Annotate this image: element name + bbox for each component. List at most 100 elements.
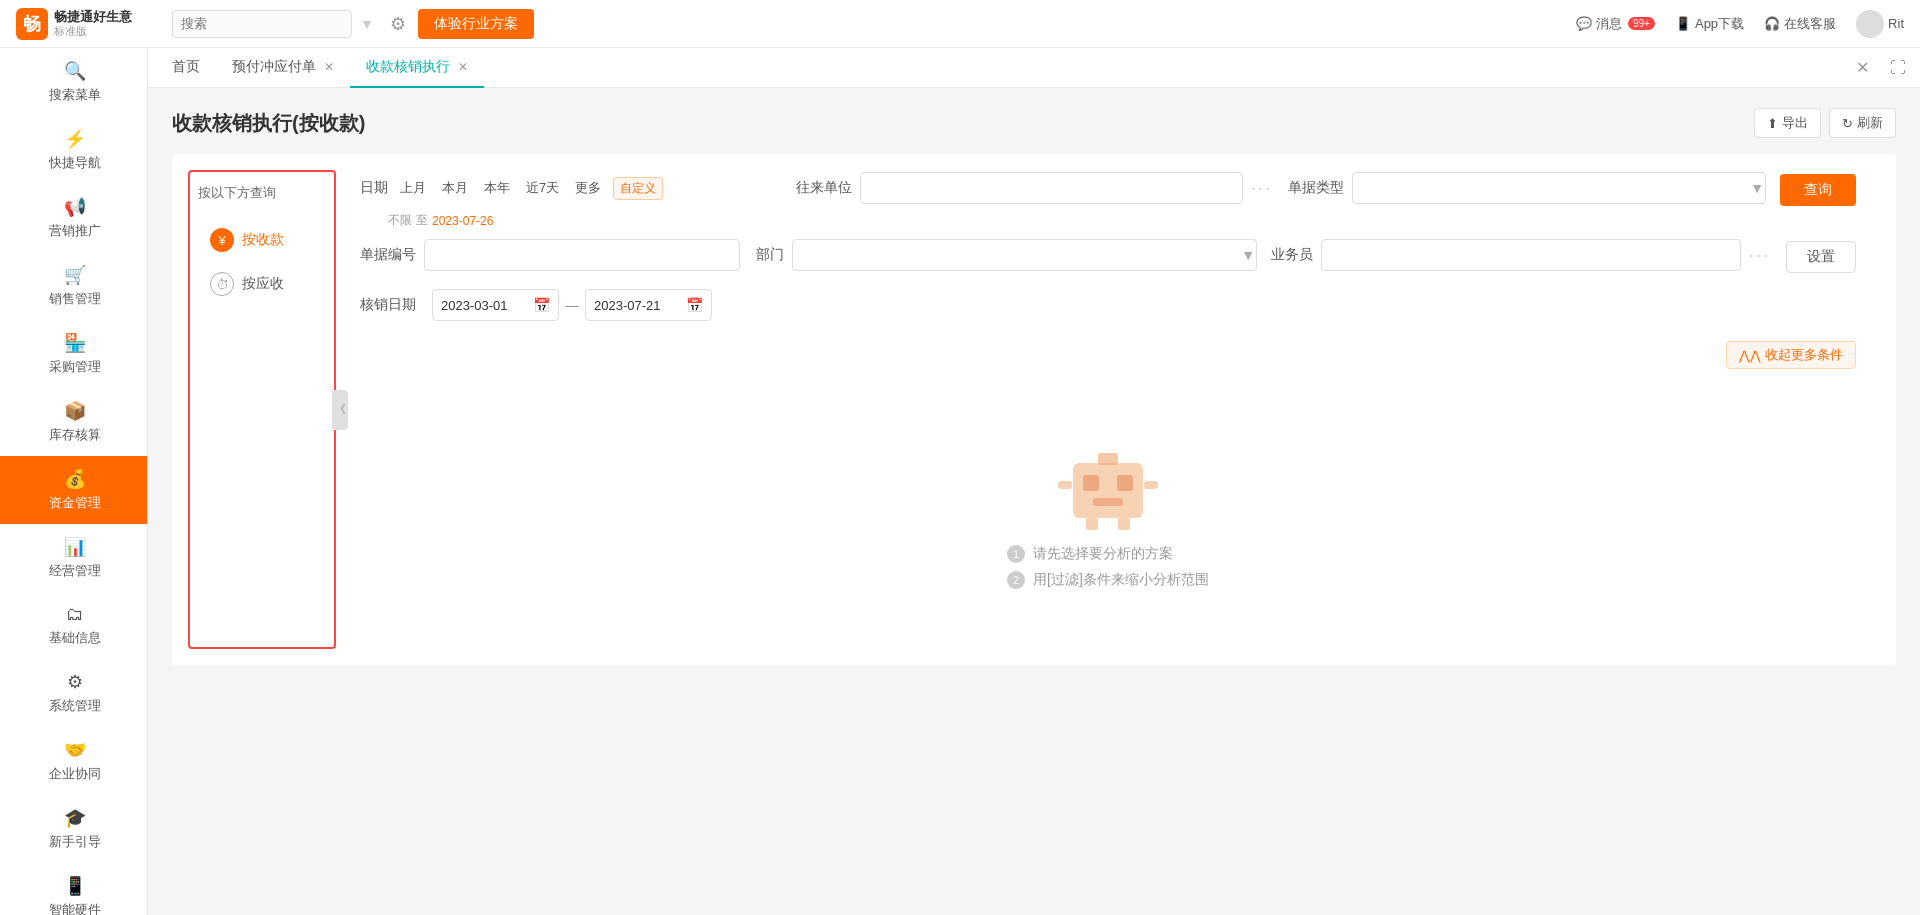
tab-0[interactable]: 首页 xyxy=(156,48,216,88)
tab-1[interactable]: 预付冲应付单 ✕ xyxy=(216,48,350,88)
sidebar-item-智能硬件[interactable]: 📱 智能硬件 xyxy=(0,863,147,915)
sidebar-icon-1: ⚡ xyxy=(64,128,86,150)
industry-solution-button[interactable]: 体验行业方案 xyxy=(418,9,534,39)
app-title: 畅捷通好生意 xyxy=(54,9,132,25)
online-service-button[interactable]: 🎧 在线客服 xyxy=(1764,15,1836,33)
sidebar-item-快捷导航[interactable]: ⚡ 快捷导航 xyxy=(0,116,147,184)
query-row-3: 核销日期 📅 — 📅 xyxy=(360,289,1856,321)
expand-tab-button[interactable]: ⛶ xyxy=(1884,54,1912,82)
verify-date-end-wrap: 📅 xyxy=(585,289,712,321)
query-actions-col: 查询 xyxy=(1780,170,1856,206)
export-icon: ⬆ xyxy=(1767,116,1778,131)
department-input[interactable] xyxy=(792,239,1257,271)
filter-option-by-receivable[interactable]: ⏱ 按应收 xyxy=(198,264,326,304)
sidebar-label-4: 采购管理 xyxy=(49,358,101,376)
date-last-7-days[interactable]: 近7天 xyxy=(522,177,563,199)
service-icon: 🎧 xyxy=(1764,16,1780,31)
empty-illustration xyxy=(1048,433,1168,533)
tab-label-1: 预付冲应付单 xyxy=(232,58,316,76)
date-label: 日期 xyxy=(360,179,388,197)
staff-input[interactable] xyxy=(1321,239,1741,271)
sidebar-label-8: 基础信息 xyxy=(49,629,101,647)
bill-type-input[interactable] xyxy=(1352,172,1766,204)
calendar-start-icon[interactable]: 📅 xyxy=(533,297,550,313)
date-more[interactable]: 更多 xyxy=(571,177,605,199)
counterparty-input[interactable] xyxy=(860,172,1243,204)
refresh-button[interactable]: ↻ 刷新 xyxy=(1829,108,1896,138)
svg-rect-1 xyxy=(1083,475,1099,491)
filter-panel-title: 按以下方查询 xyxy=(198,184,326,208)
sidebar-item-经营管理[interactable]: 📊 经营管理 xyxy=(0,524,147,592)
tab-close-2[interactable]: ✕ xyxy=(458,60,468,74)
content-area: 首页预付冲应付单✕收款核销执行✕ ✕ ⛶ 收款核销执行(按收款) ⬆ 导出 ↻ xyxy=(148,48,1920,915)
user-avatar[interactable]: Rit xyxy=(1856,10,1904,38)
sidebar-icon-7: 📊 xyxy=(64,536,86,558)
svg-rect-0 xyxy=(1073,463,1143,518)
bill-no-input[interactable] xyxy=(424,239,740,271)
sidebar-label-11: 新手引导 xyxy=(49,833,101,851)
sidebar-item-系统管理[interactable]: ⚙ 系统管理 xyxy=(0,659,147,727)
collapse-icon: ⋀⋀ xyxy=(1739,348,1761,363)
sidebar-item-新手引导[interactable]: 🎓 新手引导 xyxy=(0,795,147,863)
sidebar-item-库存核算[interactable]: 📦 库存核算 xyxy=(0,388,147,456)
settings-button[interactable]: 设置 xyxy=(1786,241,1856,273)
date-this-month[interactable]: 本月 xyxy=(438,177,472,199)
query-button[interactable]: 查询 xyxy=(1780,174,1856,206)
receipt-icon: ¥ xyxy=(210,228,234,252)
app-download-button[interactable]: 📱 App下载 xyxy=(1675,15,1744,33)
gear-icon[interactable]: ⚙ xyxy=(390,13,406,35)
verify-date-start-wrap: 📅 xyxy=(432,289,559,321)
tab-label-2: 收款核销执行 xyxy=(366,58,450,76)
sidebar-icon-8: 🗂 xyxy=(66,604,84,625)
date-range-separator: — xyxy=(565,297,579,313)
export-button[interactable]: ⬆ 导出 xyxy=(1754,108,1821,138)
date-custom-badge[interactable]: 自定义 xyxy=(613,177,663,200)
tab-2[interactable]: 收款核销执行 ✕ xyxy=(350,48,484,88)
filter-panel: 按以下方查询 ¥ 按收款 ⏱ 按应收 《 xyxy=(188,170,336,649)
verify-date-start-input[interactable] xyxy=(441,298,529,313)
app-icon: 📱 xyxy=(1675,16,1691,31)
sidebar-icon-3: 🛒 xyxy=(64,264,86,286)
filter-option-label: 按应收 xyxy=(242,275,284,293)
svg-rect-6 xyxy=(1144,481,1158,489)
collapse-panel-button[interactable]: 《 xyxy=(332,390,348,430)
date-this-year[interactable]: 本年 xyxy=(480,177,514,199)
counterparty-field: 往来单位 ··· xyxy=(796,172,1272,204)
sidebar-item-企业协同[interactable]: 🤝 企业协同 xyxy=(0,727,147,795)
message-button[interactable]: 💬 消息 99+ xyxy=(1576,15,1655,33)
staff-more-icon[interactable]: ··· xyxy=(1749,245,1770,266)
page-title-actions: ⬆ 导出 ↻ 刷新 xyxy=(1754,108,1896,138)
filter-option-by-receipt[interactable]: ¥ 按收款 xyxy=(198,220,326,260)
sidebar-item-基础信息[interactable]: 🗂 基础信息 xyxy=(0,592,147,659)
date-shortcuts: 上月 本月 本年 近7天 更多 自定义 xyxy=(396,177,663,200)
department-field: 部门 ▼ xyxy=(756,239,1255,271)
tab-bar-actions: ✕ ⛶ xyxy=(1848,54,1912,82)
sidebar-icon-9: ⚙ xyxy=(67,671,83,693)
sidebar-icon-11: 🎓 xyxy=(64,807,86,829)
calendar-end-icon[interactable]: 📅 xyxy=(686,297,703,313)
search-input[interactable] xyxy=(172,10,352,38)
verify-date-end-input[interactable] xyxy=(594,298,682,313)
sidebar-icon-6: 💰 xyxy=(64,468,86,490)
sidebar-item-采购管理[interactable]: 🏪 采购管理 xyxy=(0,320,147,388)
date-last-month[interactable]: 上月 xyxy=(396,177,430,199)
message-badge: 99+ xyxy=(1628,17,1655,30)
logo: 畅 畅捷通好生意 标准版 xyxy=(16,8,156,40)
sidebar-label-3: 销售管理 xyxy=(49,290,101,308)
sidebar-item-营销推广[interactable]: 📢 营销推广 xyxy=(0,184,147,252)
tab-close-1[interactable]: ✕ xyxy=(324,60,334,74)
sidebar-item-销售管理[interactable]: 🛒 销售管理 xyxy=(0,252,147,320)
empty-hint-2: 2 用[过滤]条件来缩小分析范围 xyxy=(1007,571,1209,589)
sidebar-item-资金管理[interactable]: 💰 资金管理 xyxy=(0,456,147,524)
sidebar-icon-5: 📦 xyxy=(64,400,86,422)
tab-label-0: 首页 xyxy=(172,58,200,76)
close-tab-button[interactable]: ✕ xyxy=(1848,54,1876,82)
sidebar-item-搜索菜单[interactable]: 🔍 搜索菜单 xyxy=(0,48,147,116)
counterparty-more-icon[interactable]: ··· xyxy=(1251,178,1272,199)
svg-rect-4 xyxy=(1098,453,1118,465)
logo-icon: 畅 xyxy=(16,8,48,40)
hint-2-number: 2 xyxy=(1007,571,1025,589)
page-title-bar: 收款核销执行(按收款) ⬆ 导出 ↻ 刷新 xyxy=(172,108,1896,138)
collapse-more-label: 收起更多条件 xyxy=(1765,346,1843,364)
collapse-more-button[interactable]: ⋀⋀ 收起更多条件 xyxy=(1726,341,1856,369)
